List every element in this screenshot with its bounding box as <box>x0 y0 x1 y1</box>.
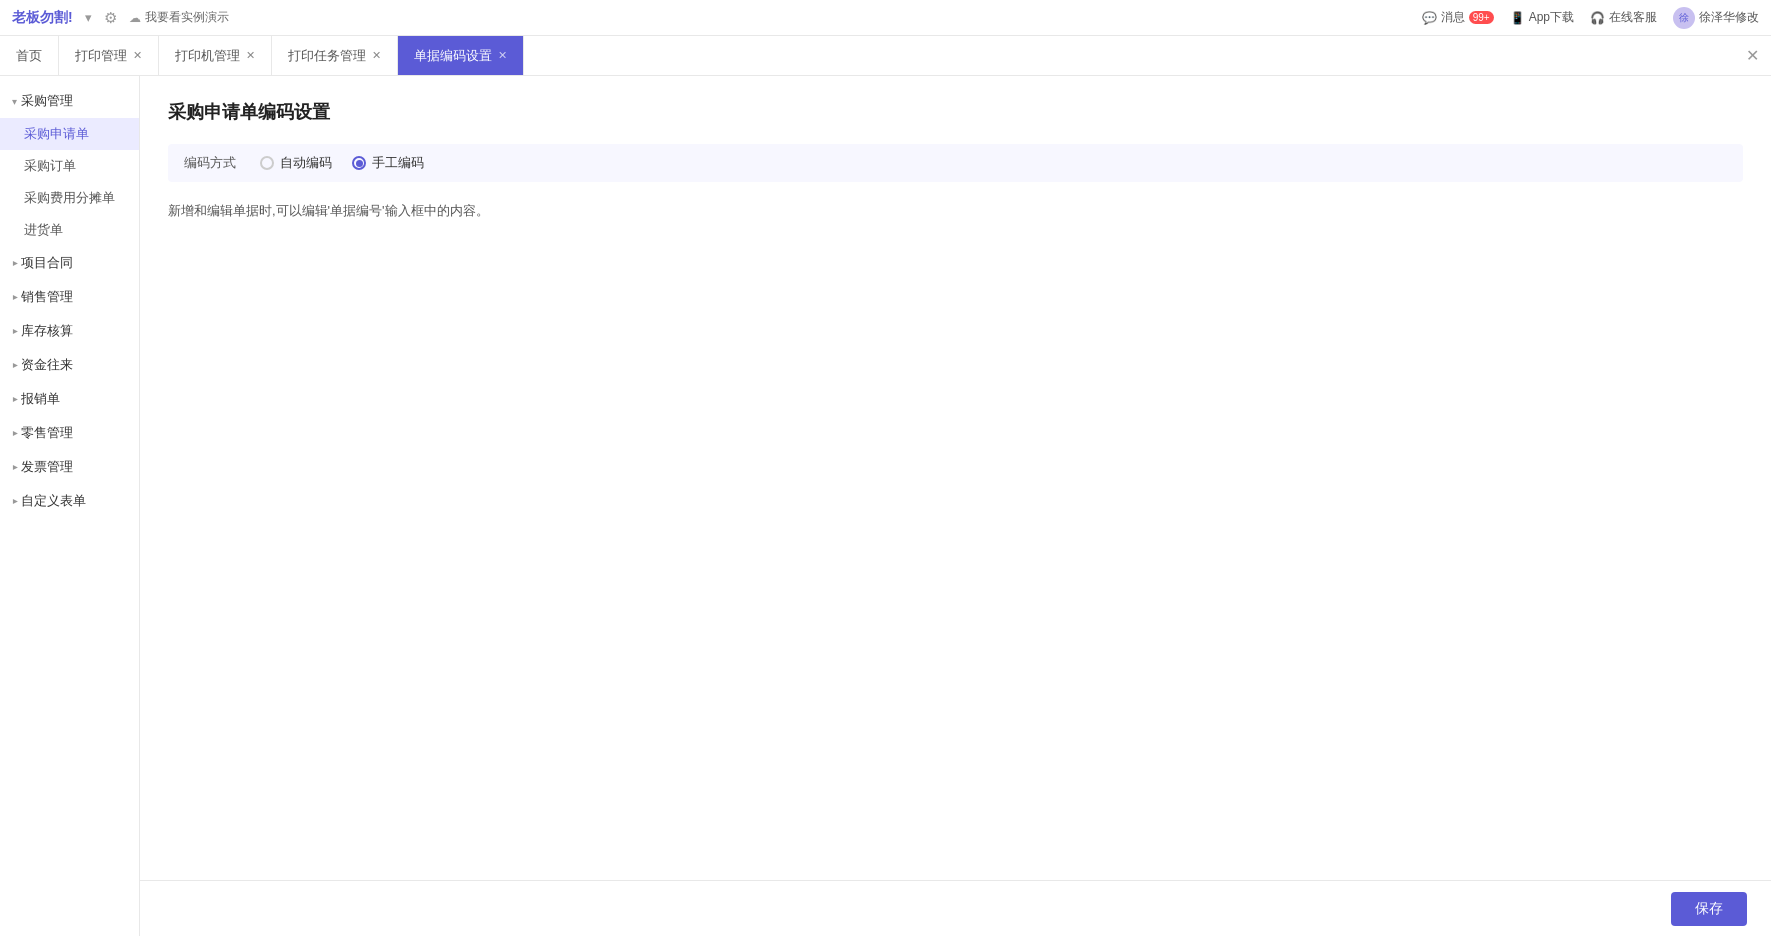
tab-print-mgmt-close[interactable]: ✕ <box>133 49 142 62</box>
tab-print-mgmt-label: 打印管理 <box>75 47 127 65</box>
sidebar-item-stock-in[interactable]: 进货单 <box>0 214 139 246</box>
tab-barcode-label: 单据编码设置 <box>414 47 492 65</box>
sidebar-group-retail-label: 零售管理 <box>21 424 73 442</box>
message-action[interactable]: 💬 消息 99+ <box>1422 9 1494 26</box>
chevron-down-icon: ▾ <box>12 96 17 107</box>
message-badge: 99+ <box>1469 11 1494 24</box>
content-main: 采购申请单编码设置 编码方式 自动编码 手工编码 新增和编辑单据时,可以编辑'单… <box>140 76 1771 880</box>
encoding-mode-label: 编码方式 <box>184 154 236 172</box>
dropdown-arrow-icon[interactable]: ▾ <box>85 10 92 25</box>
sidebar-group-sales-label: 销售管理 <box>21 288 73 306</box>
radio-auto-label: 自动编码 <box>280 154 332 172</box>
save-button[interactable]: 保存 <box>1671 892 1747 926</box>
sidebar-group-purchase-label: 采购管理 <box>21 92 73 110</box>
demo-link[interactable]: ☁ 我要看实例演示 <box>129 9 229 26</box>
chevron-right-icon7: ▾ <box>9 465 20 470</box>
description-text: 新增和编辑单据时,可以编辑'单据编号'输入框中的内容。 <box>168 202 1743 220</box>
radio-manual-circle[interactable] <box>352 156 366 170</box>
top-bar-left: 老板勿割! ▾ ⚙ ☁ 我要看实例演示 <box>12 9 229 27</box>
tab-home[interactable]: 首页 <box>0 36 59 75</box>
sidebar-group-returns[interactable]: ▾ 报销单 <box>0 382 139 416</box>
page-title: 采购申请单编码设置 <box>168 100 1743 124</box>
content-area: 采购申请单编码设置 编码方式 自动编码 手工编码 新增和编辑单据时,可以编辑'单… <box>140 76 1771 936</box>
chevron-right-icon: ▾ <box>9 261 20 266</box>
sidebar-group-invoice-label: 发票管理 <box>21 458 73 476</box>
sidebar-item-purchase-request-label: 采购申请单 <box>24 126 89 141</box>
sidebar-item-purchase-expense[interactable]: 采购费用分摊单 <box>0 182 139 214</box>
encoding-mode-row: 编码方式 自动编码 手工编码 <box>168 144 1743 182</box>
sidebar: ▾ 采购管理 采购申请单 采购订单 采购费用分摊单 进货单 ▾ 项目合同 ▾ 销… <box>0 76 140 936</box>
radio-manual-label: 手工编码 <box>372 154 424 172</box>
user-avatar: 徐 <box>1673 7 1695 29</box>
app-download-action[interactable]: 📱 App下载 <box>1510 9 1574 26</box>
chevron-right-icon4: ▾ <box>9 363 20 368</box>
sidebar-group-project[interactable]: ▾ 项目合同 <box>0 246 139 280</box>
tab-print-task-close[interactable]: ✕ <box>372 49 381 62</box>
tab-print-task-label: 打印任务管理 <box>288 47 366 65</box>
top-bar-right: 💬 消息 99+ 📱 App下载 🎧 在线客服 徐 徐泽华修改 <box>1422 7 1759 29</box>
message-label: 消息 <box>1441 9 1465 26</box>
sidebar-group-inventory[interactable]: ▾ 库存核算 <box>0 314 139 348</box>
demo-label: 我要看实例演示 <box>145 9 229 26</box>
radio-group: 自动编码 手工编码 <box>260 154 424 172</box>
settings-icon[interactable]: ⚙ <box>104 9 117 27</box>
tab-printer-mgmt[interactable]: 打印机管理 ✕ <box>159 36 272 75</box>
sidebar-group-sales[interactable]: ▾ 销售管理 <box>0 280 139 314</box>
headset-icon: 🎧 <box>1590 11 1605 25</box>
content-footer: 保存 <box>140 880 1771 936</box>
tab-barcode-setting[interactable]: 单据编码设置 ✕ <box>398 36 524 75</box>
tab-barcode-close[interactable]: ✕ <box>498 49 507 62</box>
app-icon: 📱 <box>1510 11 1525 25</box>
tab-home-label: 首页 <box>16 47 42 65</box>
radio-auto-circle[interactable] <box>260 156 274 170</box>
sidebar-item-stock-in-label: 进货单 <box>24 222 63 237</box>
sidebar-group-inventory-label: 库存核算 <box>21 322 73 340</box>
main-layout: ▾ 采购管理 采购申请单 采购订单 采购费用分摊单 进货单 ▾ 项目合同 ▾ 销… <box>0 76 1771 936</box>
sidebar-group-purchase[interactable]: ▾ 采购管理 <box>0 84 139 118</box>
close-all-tabs[interactable]: ✕ <box>1734 36 1771 75</box>
sidebar-item-purchase-request[interactable]: 采购申请单 <box>0 118 139 150</box>
chevron-right-icon3: ▾ <box>9 329 20 334</box>
chevron-right-icon5: ▾ <box>9 397 20 402</box>
tab-print-mgmt[interactable]: 打印管理 ✕ <box>59 36 159 75</box>
chevron-right-icon8: ▾ <box>9 499 20 504</box>
brand-logo: 老板勿割! <box>12 9 73 27</box>
sidebar-item-purchase-expense-label: 采购费用分摊单 <box>24 190 115 205</box>
radio-manual[interactable]: 手工编码 <box>352 154 424 172</box>
top-bar: 老板勿割! ▾ ⚙ ☁ 我要看实例演示 💬 消息 99+ 📱 App下载 🎧 在… <box>0 0 1771 36</box>
radio-auto[interactable]: 自动编码 <box>260 154 332 172</box>
sidebar-group-project-label: 项目合同 <box>21 254 73 272</box>
sidebar-group-custom-label: 自定义表单 <box>21 492 86 510</box>
tab-printer-mgmt-close[interactable]: ✕ <box>246 49 255 62</box>
sidebar-group-invoice[interactable]: ▾ 发票管理 <box>0 450 139 484</box>
sidebar-group-fund-label: 资金往来 <box>21 356 73 374</box>
online-support-action[interactable]: 🎧 在线客服 <box>1590 9 1657 26</box>
message-icon: 💬 <box>1422 11 1437 25</box>
user-menu[interactable]: 徐 徐泽华修改 <box>1673 7 1759 29</box>
sidebar-item-purchase-order[interactable]: 采购订单 <box>0 150 139 182</box>
sidebar-group-returns-label: 报销单 <box>21 390 60 408</box>
cloud-icon: ☁ <box>129 11 141 25</box>
sidebar-item-purchase-order-label: 采购订单 <box>24 158 76 173</box>
chevron-right-icon2: ▾ <box>9 295 20 300</box>
sidebar-group-custom[interactable]: ▾ 自定义表单 <box>0 484 139 518</box>
support-label: 在线客服 <box>1609 9 1657 26</box>
app-label: App下载 <box>1529 9 1574 26</box>
sidebar-group-retail[interactable]: ▾ 零售管理 <box>0 416 139 450</box>
chevron-right-icon6: ▾ <box>9 431 20 436</box>
sidebar-group-fund[interactable]: ▾ 资金往来 <box>0 348 139 382</box>
tab-printer-mgmt-label: 打印机管理 <box>175 47 240 65</box>
tab-print-task[interactable]: 打印任务管理 ✕ <box>272 36 398 75</box>
tabs-bar: 首页 打印管理 ✕ 打印机管理 ✕ 打印任务管理 ✕ 单据编码设置 ✕ ✕ <box>0 36 1771 76</box>
user-name: 徐泽华修改 <box>1699 9 1759 26</box>
